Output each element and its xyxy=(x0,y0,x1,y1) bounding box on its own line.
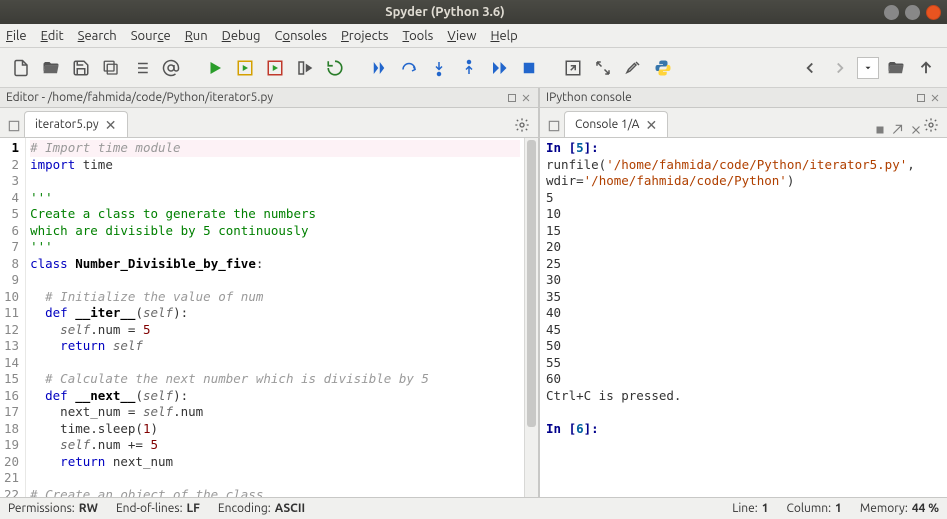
editor-options-icon[interactable] xyxy=(514,117,530,133)
status-line: Line: 1 xyxy=(732,502,768,515)
toolbar xyxy=(0,48,947,88)
console-interrupt-icon[interactable] xyxy=(909,123,923,137)
working-dir-dropdown[interactable] xyxy=(857,57,879,79)
line-number-gutter: 12345678910111213141516171819202122 xyxy=(0,138,26,497)
window-title: Spyder (Python 3.6) xyxy=(6,5,884,19)
tab-list-icon[interactable] xyxy=(4,115,24,137)
window-controls xyxy=(884,5,941,20)
tab-close-icon[interactable]: ✕ xyxy=(105,119,117,131)
python-icon[interactable] xyxy=(650,55,676,81)
console-undock-icon[interactable] xyxy=(915,92,927,104)
status-encoding: Encoding: ASCII xyxy=(218,502,305,515)
debug-step-out-icon[interactable] xyxy=(456,55,482,81)
rerun-icon[interactable] xyxy=(322,55,348,81)
browse-dir-icon[interactable] xyxy=(883,55,909,81)
menu-help[interactable]: Help xyxy=(490,29,517,43)
console-pane-title: IPython console xyxy=(546,91,632,104)
menu-run[interactable]: Run xyxy=(185,29,208,43)
console-tab-label: Console 1/A xyxy=(575,118,639,131)
console-clear-icon[interactable] xyxy=(891,123,905,137)
editor-tabbar: iterator5.py ✕ xyxy=(0,108,538,138)
console-tab[interactable]: Console 1/A ✕ xyxy=(564,111,668,137)
menu-consoles[interactable]: Consoles xyxy=(275,29,327,43)
status-memory: Memory: 44 % xyxy=(860,502,939,515)
parent-dir-icon[interactable] xyxy=(913,55,939,81)
console-close-icon[interactable] xyxy=(929,92,941,104)
debug-continue-icon[interactable] xyxy=(486,55,512,81)
menu-edit[interactable]: Edit xyxy=(41,29,64,43)
maximize-pane-icon[interactable] xyxy=(560,55,586,81)
editor-pane: Editor - /home/fahmida/code/Python/itera… xyxy=(0,88,540,497)
new-file-icon[interactable] xyxy=(8,55,34,81)
menu-view[interactable]: View xyxy=(447,29,476,43)
console-tab-close-icon[interactable]: ✕ xyxy=(645,119,657,131)
debug-stop-icon[interactable] xyxy=(516,55,542,81)
status-permissions: Permissions: RW xyxy=(8,502,98,515)
preferences-icon[interactable] xyxy=(620,55,646,81)
console-pane: IPython console Console 1/A ✕ In [5]: ru… xyxy=(540,88,947,497)
menu-projects[interactable]: Projects xyxy=(341,29,388,43)
console-tab-list-icon[interactable] xyxy=(544,115,564,137)
maximize-button[interactable] xyxy=(905,5,920,20)
window-titlebar: Spyder (Python 3.6) xyxy=(0,0,947,24)
save-icon[interactable] xyxy=(68,55,94,81)
status-column: Column: 1 xyxy=(787,502,842,515)
editor-tab-label: iterator5.py xyxy=(35,118,99,131)
menu-tools[interactable]: Tools xyxy=(402,29,433,43)
editor-scrollbar[interactable] xyxy=(524,138,538,497)
minimize-button[interactable] xyxy=(884,5,899,20)
forward-icon[interactable] xyxy=(827,55,853,81)
list-icon[interactable] xyxy=(128,55,154,81)
fullscreen-icon[interactable] xyxy=(590,55,616,81)
editor-tab[interactable]: iterator5.py ✕ xyxy=(24,111,128,137)
run-cell-icon[interactable] xyxy=(232,55,258,81)
console-options-icon[interactable] xyxy=(923,117,939,133)
debug-step-into-icon[interactable] xyxy=(426,55,452,81)
save-all-icon[interactable] xyxy=(98,55,124,81)
open-file-icon[interactable] xyxy=(38,55,64,81)
pane-close-icon[interactable] xyxy=(520,92,532,104)
debug-step-icon[interactable] xyxy=(366,55,392,81)
debug-step-over-icon[interactable] xyxy=(396,55,422,81)
run-selection-icon[interactable] xyxy=(292,55,318,81)
close-button[interactable] xyxy=(926,5,941,20)
main-area: Editor - /home/fahmida/code/Python/itera… xyxy=(0,88,947,497)
console-tabbar: Console 1/A ✕ xyxy=(540,108,947,138)
back-icon[interactable] xyxy=(797,55,823,81)
console-output[interactable]: In [5]: runfile('/home/fahmida/code/Pyth… xyxy=(540,138,947,497)
console-stop-icon[interactable] xyxy=(873,123,887,137)
menubar: File Edit Search Source Run Debug Consol… xyxy=(0,24,947,48)
code-editor[interactable]: 12345678910111213141516171819202122 # Im… xyxy=(0,138,538,497)
run-cell-advance-icon[interactable] xyxy=(262,55,288,81)
menu-source[interactable]: Source xyxy=(131,29,171,43)
pane-undock-icon[interactable] xyxy=(506,92,518,104)
editor-pane-title: Editor - /home/fahmida/code/Python/itera… xyxy=(6,91,273,104)
at-icon[interactable] xyxy=(158,55,184,81)
menu-debug[interactable]: Debug xyxy=(222,29,261,43)
code-area[interactable]: # Import time moduleimport time '''Creat… xyxy=(26,138,524,497)
editor-pane-header: Editor - /home/fahmida/code/Python/itera… xyxy=(0,88,538,108)
menu-file[interactable]: File xyxy=(6,29,27,43)
console-pane-header: IPython console xyxy=(540,88,947,108)
run-icon[interactable] xyxy=(202,55,228,81)
menu-search[interactable]: Search xyxy=(78,29,117,43)
status-eol: End-of-lines: LF xyxy=(116,502,200,515)
statusbar: Permissions: RW End-of-lines: LF Encodin… xyxy=(0,497,947,519)
